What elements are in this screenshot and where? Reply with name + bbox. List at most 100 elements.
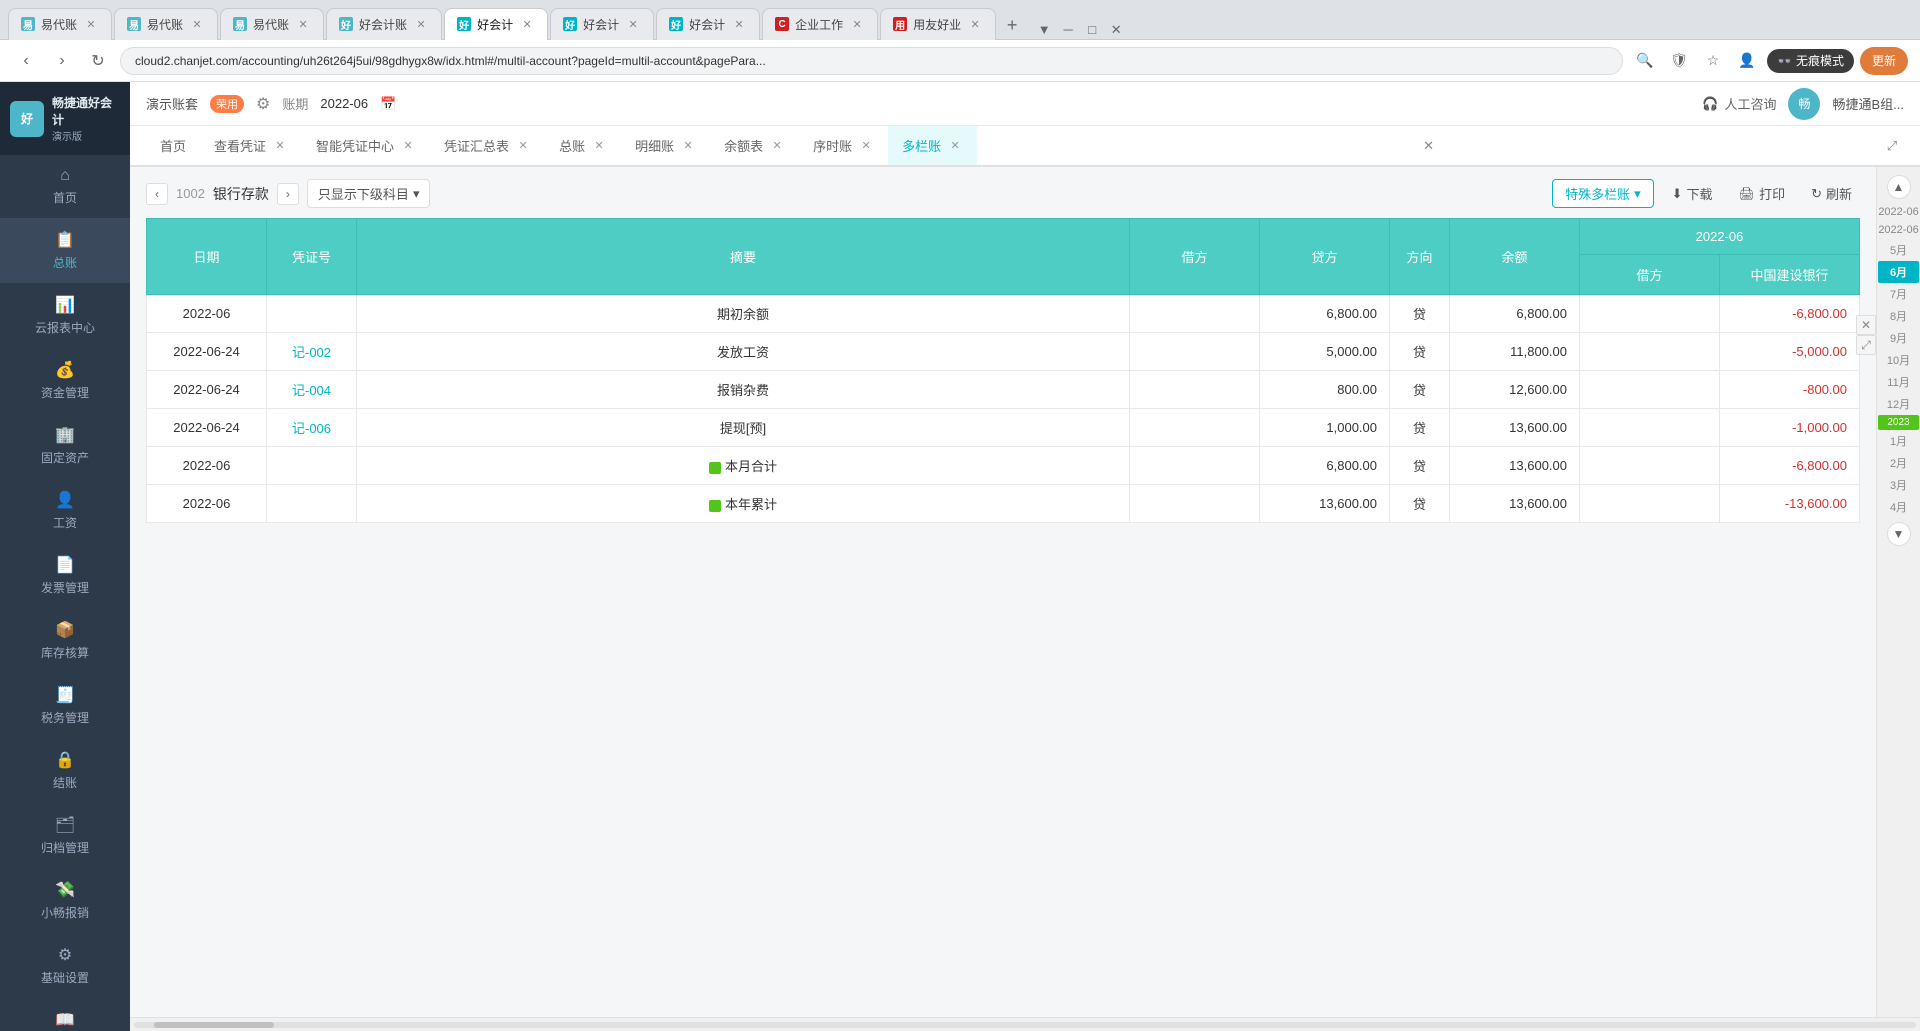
prev-account-button[interactable]: ‹	[146, 183, 168, 205]
browser-tab-t6[interactable]: 好 好会计 ✕	[550, 8, 654, 40]
month-item[interactable]: 8月	[1878, 305, 1918, 327]
voucher-link[interactable]: 记-002	[292, 345, 331, 360]
page-tab-multi_col[interactable]: 多栏账✕	[888, 126, 977, 167]
month-item[interactable]: 2月	[1878, 452, 1918, 474]
month-item[interactable]: 2023	[1878, 415, 1918, 430]
sidebar-item-archive[interactable]: 🗂 归档管理	[0, 803, 130, 868]
tab-close-t5[interactable]: ✕	[519, 16, 535, 32]
panel-close-button[interactable]: ✕	[1856, 315, 1876, 335]
browser-tab-t8[interactable]: C 企业工作 ✕	[762, 8, 878, 40]
browser-tab-t5[interactable]: 好 好会计 ✕	[444, 8, 548, 40]
tab-close-t1[interactable]: ✕	[83, 16, 99, 32]
back-button[interactable]: ‹	[12, 47, 40, 75]
browser-tab-t4[interactable]: 好 好会计账 ✕	[326, 8, 442, 40]
sidebar-item-invoice[interactable]: 📄 发票管理	[0, 543, 130, 608]
sidebar-item-payroll[interactable]: 👤 工资	[0, 478, 130, 543]
voucher-link[interactable]: 记-004	[292, 383, 331, 398]
sidebar-item-close[interactable]: 🔒 结账	[0, 738, 130, 803]
filter-select[interactable]: 只显示下级科目 ▾	[307, 179, 431, 208]
panel-expand-button[interactable]: ⤢	[1856, 335, 1876, 355]
refresh-ledger-button[interactable]: ↻ 刷新	[1803, 180, 1860, 207]
download-button[interactable]: ⬇ 下载	[1664, 180, 1721, 207]
sidebar-item-settings[interactable]: ⚙ 基础设置	[0, 933, 130, 998]
scroll-thumb[interactable]	[154, 1022, 274, 1028]
cell-voucher[interactable]: 记-002	[267, 333, 357, 371]
sidebar-item-expense[interactable]: 💸 小畅报销	[0, 868, 130, 933]
page-tab-close-balance[interactable]: ✕	[769, 138, 785, 154]
sidebar-item-tax[interactable]: 🧾 税务管理	[0, 673, 130, 738]
browser-tab-t9[interactable]: 用 用友好业 ✕	[880, 8, 996, 40]
voucher-link[interactable]: 记-006	[292, 421, 331, 436]
browser-tab-t7[interactable]: 好 好会计 ✕	[656, 8, 760, 40]
new-tab-button[interactable]: +	[998, 12, 1026, 40]
month-scroll-up-button[interactable]: ▲	[1887, 175, 1911, 199]
page-tab-close-multi_col[interactable]: ✕	[947, 138, 963, 154]
tab-close-t2[interactable]: ✕	[189, 16, 205, 32]
account-name[interactable]: 银行存款	[213, 184, 269, 204]
month-item[interactable]: 2022-06	[1878, 203, 1918, 221]
next-account-button[interactable]: ›	[277, 183, 299, 205]
month-item[interactable]: 4月	[1878, 496, 1918, 518]
tab-close-t6[interactable]: ✕	[625, 16, 641, 32]
tab-close-t3[interactable]: ✕	[295, 16, 311, 32]
forward-button[interactable]: ›	[48, 47, 76, 75]
page-tab-detail_ledger[interactable]: 明细账✕	[621, 126, 710, 167]
page-tab-balance[interactable]: 余额表✕	[710, 126, 799, 167]
page-tab-close-vouchers[interactable]: ✕	[272, 138, 288, 154]
month-item[interactable]: 10月	[1878, 349, 1918, 371]
bookmark-button[interactable]: ☆	[1699, 47, 1727, 75]
browser-tab-t2[interactable]: 易 易代账 ✕	[114, 8, 218, 40]
minimize-button[interactable]: ─	[1058, 20, 1078, 40]
month-item[interactable]: 5月	[1878, 239, 1918, 261]
page-tab-smart[interactable]: 智能凭证中心✕	[302, 126, 430, 167]
search-browser-button[interactable]: 🔍	[1631, 47, 1659, 75]
month-item[interactable]: 12月	[1878, 393, 1918, 415]
sidebar-item-ledger[interactable]: 📋 总账	[0, 218, 130, 283]
horizontal-scrollbar[interactable]	[130, 1017, 1920, 1031]
month-item[interactable]: 2022-06	[1878, 221, 1918, 239]
multi-col-button[interactable]: 特殊多栏账 ▾	[1552, 179, 1654, 208]
settings-gear-icon[interactable]: ⚙	[256, 94, 270, 114]
page-tab-close-detail_ledger[interactable]: ✕	[680, 138, 696, 154]
page-tab-sequence[interactable]: 序时账✕	[799, 126, 888, 167]
sidebar-item-inventory[interactable]: 📦 库存核算	[0, 608, 130, 673]
consult-button[interactable]: 🎧 人工咨询	[1702, 94, 1776, 113]
month-item[interactable]: 7月	[1878, 283, 1918, 305]
address-input[interactable]	[120, 47, 1623, 75]
sidebar-item-assets[interactable]: 🏢 固定资产	[0, 413, 130, 478]
incognito-button[interactable]: 👓 无痕模式	[1767, 49, 1854, 73]
tab-close-t8[interactable]: ✕	[849, 16, 865, 32]
sidebar-item-funds[interactable]: 💰 资金管理	[0, 348, 130, 413]
tag-badge[interactable]: 荣用	[210, 95, 244, 113]
tab-close-t7[interactable]: ✕	[731, 16, 747, 32]
maximize-button[interactable]: □	[1082, 20, 1102, 40]
user-name[interactable]: 畅捷通B组...	[1832, 94, 1904, 113]
page-tab-close-voucher_summary[interactable]: ✕	[515, 138, 531, 154]
month-item[interactable]: 1月	[1878, 430, 1918, 452]
page-tab-close-general_ledger[interactable]: ✕	[591, 138, 607, 154]
month-item[interactable]: 6月	[1878, 261, 1918, 283]
page-tab-close-sequence[interactable]: ✕	[858, 138, 874, 154]
browser-tab-t1[interactable]: 易 易代账 ✕	[8, 8, 112, 40]
browser-tab-t3[interactable]: 易 易代账 ✕	[220, 8, 324, 40]
close-window-button[interactable]: ✕	[1106, 20, 1126, 40]
sidebar-item-reports[interactable]: 📊 云报表中心	[0, 283, 130, 348]
sidebar-item-guide[interactable]: 📖 新手引导	[0, 998, 130, 1031]
tab-close-t4[interactable]: ✕	[413, 16, 429, 32]
tab-collapse-button[interactable]: ✕	[1417, 134, 1441, 158]
tab-close-t9[interactable]: ✕	[967, 16, 983, 32]
page-tab-vouchers[interactable]: 查看凭证✕	[200, 126, 302, 167]
month-scroll-down-button[interactable]: ▼	[1887, 522, 1911, 546]
month-item[interactable]: 9月	[1878, 327, 1918, 349]
cell-voucher[interactable]: 记-006	[267, 409, 357, 447]
page-tab-close-smart[interactable]: ✕	[400, 138, 416, 154]
page-tab-general_ledger[interactable]: 总账✕	[545, 126, 621, 167]
sidebar-item-home[interactable]: ⌂ 首页	[0, 155, 130, 218]
tab-list-button[interactable]: ▼	[1034, 20, 1054, 40]
print-button[interactable]: 🖨 打印	[1731, 180, 1794, 207]
update-button[interactable]: 更新	[1860, 47, 1908, 75]
tab-expand-button[interactable]: ⤢	[1880, 134, 1904, 158]
month-item[interactable]: 3月	[1878, 474, 1918, 496]
calendar-icon[interactable]: 📅	[380, 96, 396, 112]
refresh-nav-button[interactable]: ↻	[84, 47, 112, 75]
